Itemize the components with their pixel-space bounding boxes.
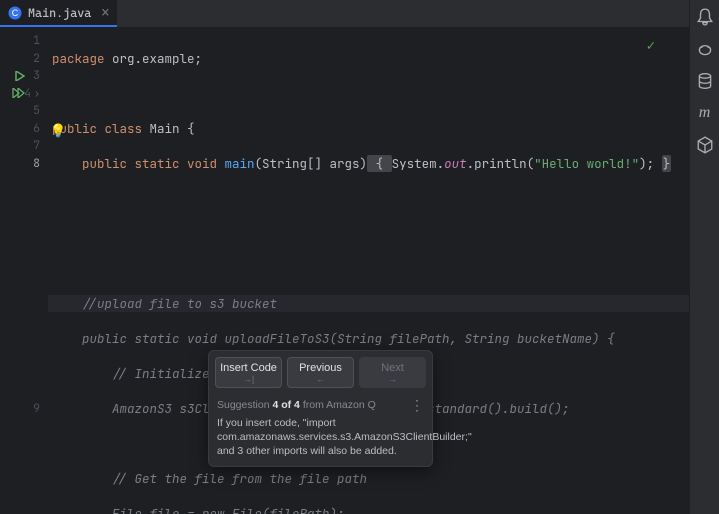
insert-code-button[interactable]: Insert Code→| [215, 357, 282, 388]
analysis-ok-icon: ✓ [647, 38, 655, 56]
package-icon[interactable] [696, 136, 714, 154]
file-tab[interactable]: C Main.java × [0, 0, 117, 27]
svg-text:C: C [12, 8, 19, 18]
line-gutter: 1 2 3 4 › 5 6 7 8 9 [0, 28, 48, 514]
database-icon[interactable] [696, 72, 714, 90]
ai-assistant-icon[interactable] [696, 40, 714, 58]
more-options-icon[interactable]: ⋮ [410, 401, 424, 409]
user-comment: //upload file to s3 bucket [82, 295, 277, 312]
java-class-icon: C [8, 6, 22, 20]
tab-filename: Main.java [28, 6, 91, 20]
suggestion-info: If you insert code, "import com.amazonaw… [209, 416, 432, 466]
chevron-right-icon[interactable]: › [34, 85, 40, 103]
next-button[interactable]: Next→ [359, 357, 426, 388]
run-icon[interactable] [15, 71, 25, 81]
run-icon[interactable] [12, 88, 26, 98]
close-icon[interactable]: × [101, 5, 109, 21]
suggestion-popup: Insert Code→| Previous← Next→ Suggestion… [208, 350, 433, 467]
right-toolbar: m [689, 0, 719, 514]
previous-button[interactable]: Previous← [287, 357, 354, 388]
notifications-icon[interactable] [696, 8, 714, 26]
tab-bar: C Main.java × [0, 0, 689, 28]
suggestion-counter: Suggestion 4 of 4 from Amazon Q [217, 399, 376, 411]
maven-icon[interactable]: m [696, 104, 714, 122]
intention-bulb-icon[interactable]: 💡 [50, 122, 66, 140]
